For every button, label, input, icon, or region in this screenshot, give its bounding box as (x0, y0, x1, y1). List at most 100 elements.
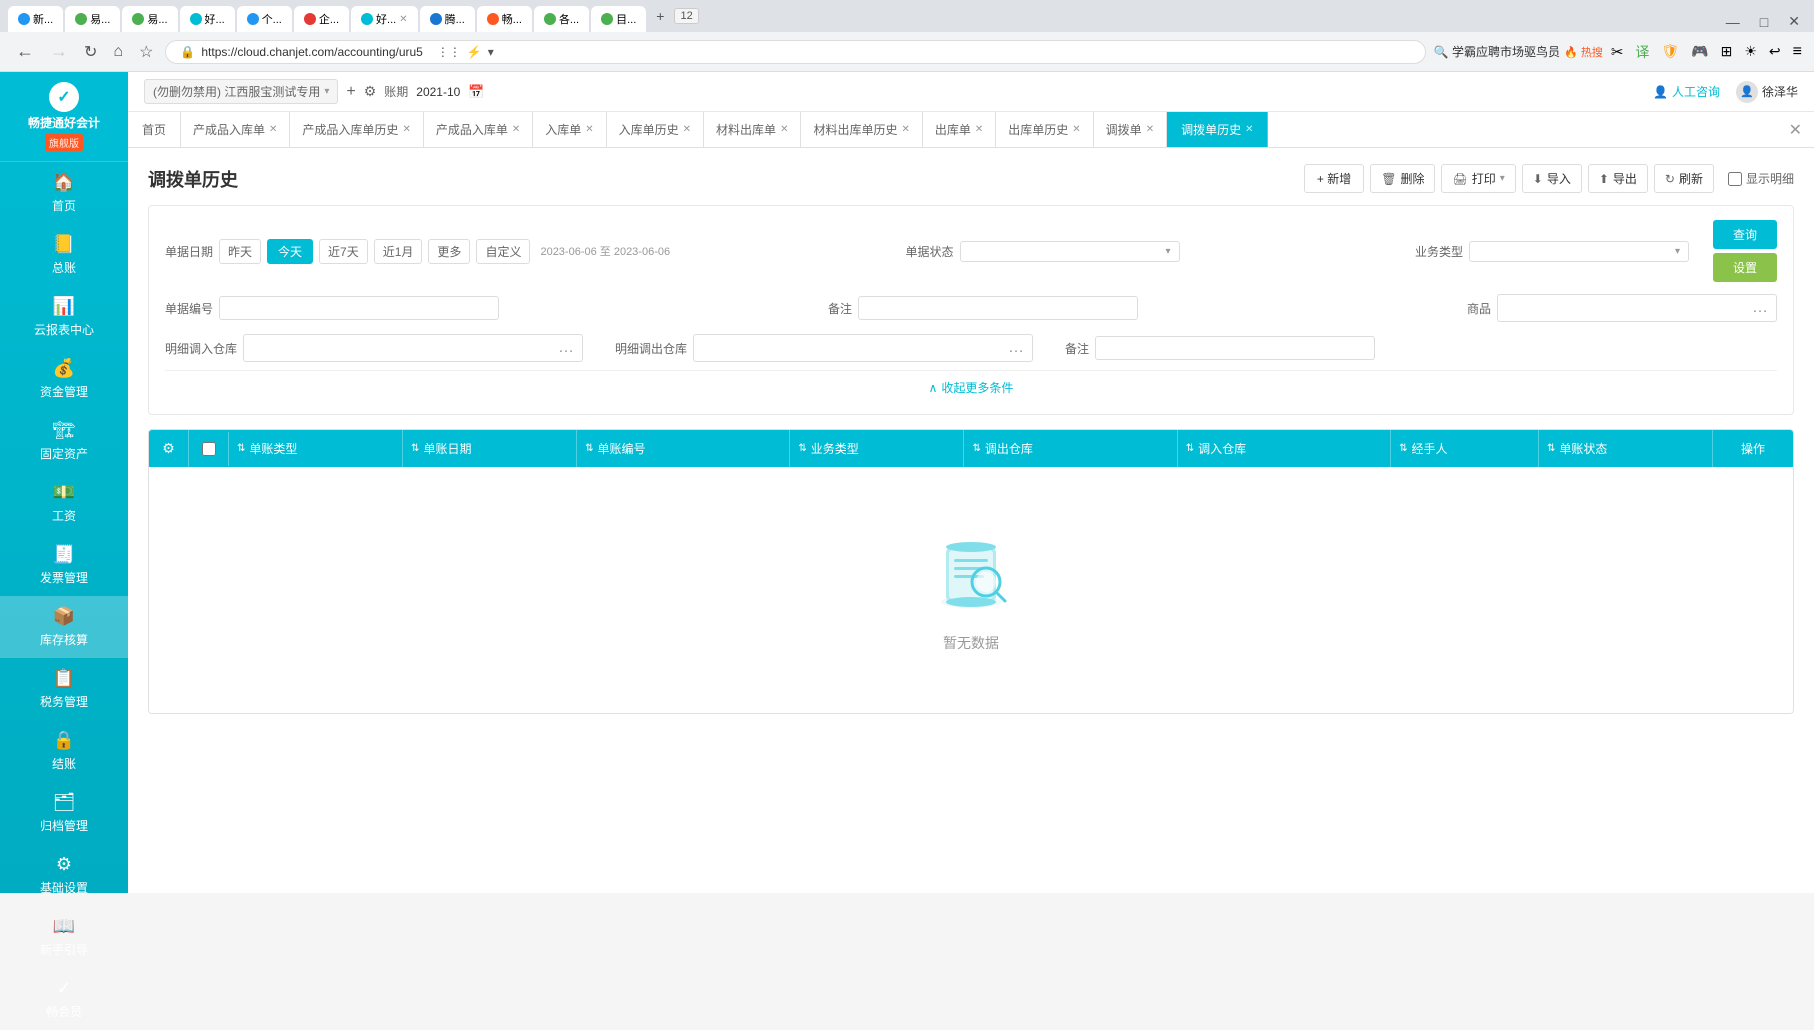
note2-input[interactable] (1095, 336, 1375, 360)
goods-more-icon[interactable]: … (1752, 299, 1768, 317)
tab-close-icon[interactable]: ✕ (683, 124, 691, 135)
tab-material-out[interactable]: 材料出库单 ✕ (704, 112, 801, 147)
tab-close-icon[interactable]: ✕ (512, 124, 520, 135)
sidebar-item-inventory[interactable]: 📦 库存核算 (0, 596, 128, 658)
biz-type-select[interactable]: ▾ (1469, 241, 1689, 262)
sidebar-item-close-books[interactable]: 🔒 结账 (0, 720, 128, 782)
out-wh-input[interactable]: … (693, 334, 1033, 362)
sort-icon[interactable]: ⇅ (798, 443, 806, 454)
yesterday-btn[interactable]: 昨天 (219, 239, 261, 264)
status-select[interactable]: ▾ (960, 241, 1180, 262)
sidebar-item-ledger[interactable]: 📒 总账 (0, 224, 128, 286)
sidebar-item-capital[interactable]: 💰 资金管理 (0, 348, 128, 410)
sort-icon[interactable]: ⇅ (1186, 443, 1194, 454)
user-menu[interactable]: 👤 徐泽华 (1736, 81, 1798, 103)
tab-close-icon[interactable]: ✕ (402, 124, 410, 135)
new-tab-btn[interactable]: + (648, 3, 672, 29)
in-wh-more-icon[interactable]: … (558, 339, 574, 357)
company-settings-icon[interactable]: ⚙ (364, 83, 377, 100)
tab-in[interactable]: 入库单 ✕ (533, 112, 606, 147)
sidebar-item-invoice[interactable]: 🧾 发票管理 (0, 534, 128, 596)
menu-icon[interactable]: ≡ (1793, 43, 1802, 61)
sidebar-item-fixed[interactable]: 🏗 固定资产 (0, 410, 128, 472)
tab-product-in[interactable]: 产成品入库单 ✕ (181, 112, 290, 147)
scissors-icon[interactable]: ✂ (1611, 43, 1624, 61)
bookmark-btn[interactable]: ☆ (135, 40, 157, 64)
browser-tab[interactable]: 畅... (477, 6, 532, 32)
select-all-checkbox[interactable] (202, 442, 216, 456)
show-cols-toggle[interactable]: 显示明细 (1728, 170, 1794, 187)
more-date-btn[interactable]: 更多 (428, 239, 470, 264)
sidebar-item-tax[interactable]: 📋 税务管理 (0, 658, 128, 720)
tab-product-in2[interactable]: 产成品入库单 ✕ (424, 112, 533, 147)
window-minimize[interactable]: — (1720, 12, 1746, 32)
tab-close-icon[interactable]: ✕ (1245, 124, 1253, 135)
tab-out-hist[interactable]: 出库单历史 ✕ (996, 112, 1093, 147)
goods-input[interactable]: … (1497, 294, 1777, 322)
tab-close-icon[interactable]: ✕ (901, 124, 909, 135)
settings-btn[interactable]: 设置 (1713, 253, 1777, 282)
back-btn[interactable]: ← (12, 39, 38, 64)
tab-transfer[interactable]: 调拨单 ✕ (1094, 112, 1167, 147)
tab-close-icon[interactable]: ✕ (585, 124, 593, 135)
address-bar[interactable]: 🔒 https://cloud.chanjet.com/accounting/u… (165, 40, 1425, 64)
calendar-icon[interactable]: 📅 (468, 84, 484, 100)
tab-close-icon[interactable]: ✕ (1146, 124, 1154, 135)
reload-btn[interactable]: ↻ (80, 40, 101, 64)
browser-tab[interactable]: 新... (8, 6, 63, 32)
sidebar-item-salary[interactable]: 💵 工资 (0, 472, 128, 534)
sort-icon[interactable]: ⇅ (237, 443, 245, 454)
browser-tab[interactable]: 各... (534, 6, 589, 32)
forward-btn[interactable]: → (46, 39, 72, 64)
game-icon[interactable]: 🎮 (1691, 43, 1708, 60)
import-btn[interactable]: ⬇ 导入 (1522, 164, 1582, 193)
show-cols-checkbox[interactable] (1728, 172, 1742, 186)
delete-btn[interactable]: 🗑 删除 (1370, 164, 1435, 193)
out-wh-more-icon[interactable]: … (1008, 339, 1024, 357)
tab-panel-close[interactable]: ✕ (1777, 120, 1814, 140)
note-input[interactable] (858, 296, 1138, 320)
sort-icon[interactable]: ⇅ (972, 443, 980, 454)
browser-tab[interactable]: 易... (65, 6, 120, 32)
sidebar-item-archive[interactable]: 🗂 归档管理 (0, 782, 128, 844)
add-company-btn[interactable]: + (346, 83, 355, 101)
undo-icon[interactable]: ↩ (1769, 43, 1781, 60)
sidebar-item-reports[interactable]: 📊 云报表中心 (0, 286, 128, 348)
support-btn[interactable]: 👤 人工咨询 (1653, 83, 1720, 100)
browser-tab[interactable]: 个... (237, 6, 292, 32)
new-btn[interactable]: + 新增 (1304, 164, 1364, 193)
tab-transfer-hist[interactable]: 调拨单历史 ✕ (1167, 112, 1268, 147)
window-close[interactable]: ✕ (1782, 11, 1806, 32)
tab-home[interactable]: 首页 (128, 112, 181, 147)
sidebar-item-settings[interactable]: ⚙ 基础设置 (0, 844, 128, 906)
window-maximize[interactable]: □ (1754, 12, 1774, 32)
today-btn[interactable]: 今天 (267, 239, 313, 264)
th-checkbox[interactable] (189, 432, 229, 466)
tab-in-hist[interactable]: 入库单历史 ✕ (607, 112, 704, 147)
tab-close-icon[interactable]: ✕ (975, 124, 983, 135)
browser-tab[interactable]: 腾... (420, 6, 475, 32)
browser-tab[interactable]: 目... (591, 6, 646, 32)
browser-tab[interactable]: 好... (180, 6, 235, 32)
tab-close-icon[interactable]: ✕ (1072, 124, 1080, 135)
custom-date-btn[interactable]: 自定义 (476, 239, 530, 264)
print-btn[interactable]: 🖨 打印 ▾ (1441, 164, 1515, 193)
sort-icon[interactable]: ⇅ (585, 443, 593, 454)
th-settings[interactable]: ⚙ (149, 430, 189, 467)
in-wh-input[interactable]: … (243, 334, 583, 362)
last-month-btn[interactable]: 近1月 (374, 239, 423, 264)
sort-icon[interactable]: ⇅ (1399, 443, 1407, 454)
sidebar-item-home[interactable]: 🏠 首页 (0, 162, 128, 224)
collapse-label[interactable]: 收起更多条件 (941, 379, 1013, 396)
browser-tab[interactable]: 好... ✕ (351, 6, 418, 32)
shield-icon[interactable]: 🛡 (1661, 43, 1679, 60)
brightness-icon[interactable]: ☀ (1744, 43, 1757, 60)
tab-close-icon[interactable]: ✕ (780, 124, 788, 135)
sidebar-item-guide[interactable]: 📖 新手引导 (0, 906, 128, 968)
last7-btn[interactable]: 近7天 (319, 239, 368, 264)
sort-icon[interactable]: ⇅ (411, 443, 419, 454)
browser-tab[interactable]: 企... (294, 6, 349, 32)
refresh-btn[interactable]: ↻ 刷新 (1654, 164, 1714, 193)
column-settings-icon[interactable]: ⚙ (162, 440, 175, 457)
tab-product-in-hist[interactable]: 产成品入库单历史 ✕ (290, 112, 423, 147)
